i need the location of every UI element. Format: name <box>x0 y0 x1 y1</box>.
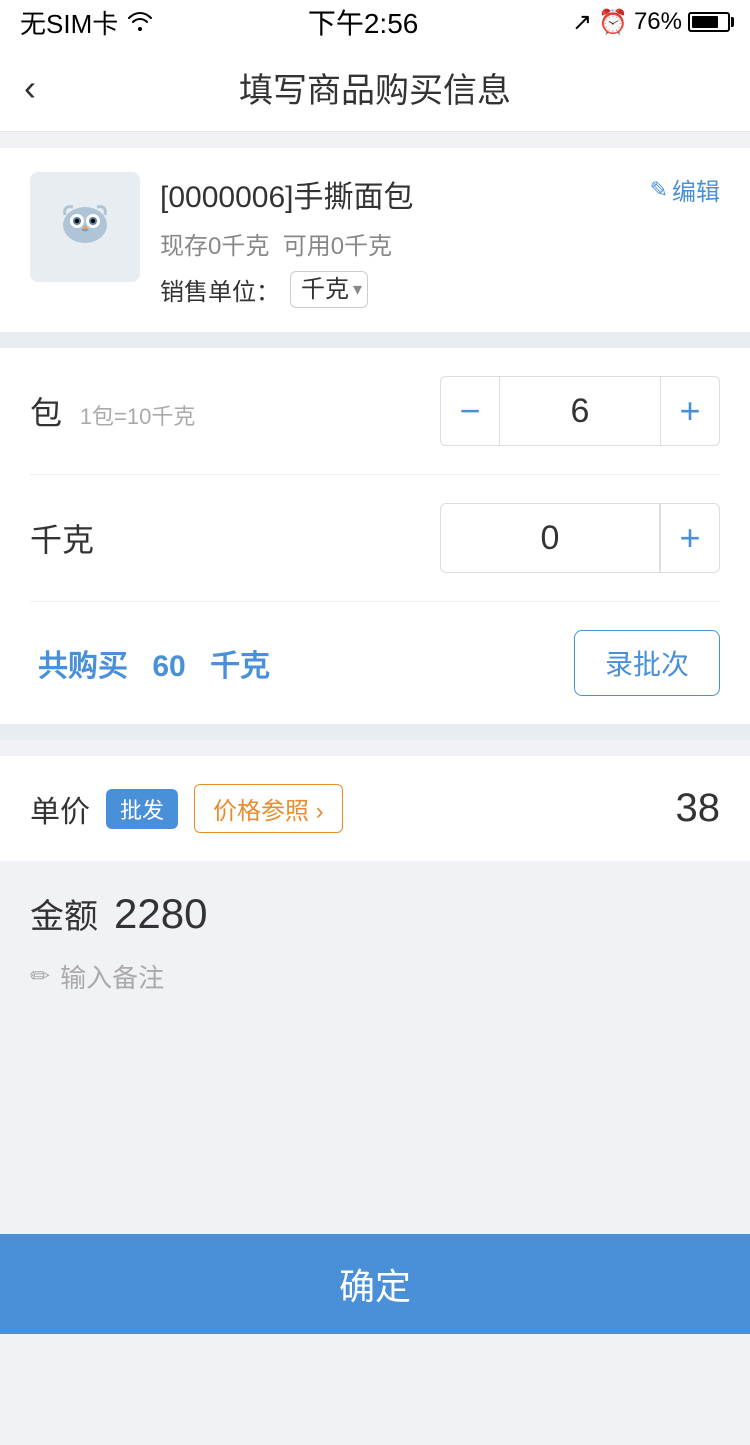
confirm-button[interactable]: 确定 <box>0 1234 750 1334</box>
carrier-label: 无SIM卡 <box>20 4 118 41</box>
price-type-tag: 批发 <box>106 789 178 829</box>
product-stock: 现存0千克 可用0千克 <box>160 226 720 261</box>
bottom-filler <box>0 1005 750 1445</box>
price-label: 单价 <box>30 787 90 831</box>
product-name: [0000006]手撕面包 <box>160 172 720 216</box>
nav-bar: ‹ 填写商品购买信息 <box>0 44 750 132</box>
status-bar: 无SIM卡 下午2:56 ↗ ⏰ 76% <box>0 0 750 44</box>
edit-link[interactable]: ✎ 编辑 <box>650 172 720 207</box>
remark-row[interactable]: ✏ 输入备注 <box>30 958 720 995</box>
kg-quantity-input[interactable] <box>440 503 660 573</box>
price-value: 38 <box>676 786 721 831</box>
battery-icon <box>688 12 730 32</box>
kg-quantity-row: 千克 + <box>30 475 720 602</box>
kg-label-group: 千克 <box>30 515 94 561</box>
quantity-section: 包 1包=10千克 − + 千克 + <box>0 348 750 602</box>
bag-quantity-input[interactable] <box>500 376 660 446</box>
amount-section: 金额 2280 ✏ 输入备注 <box>0 861 750 1005</box>
amount-row: 金额 2280 <box>30 889 720 938</box>
remark-placeholder: 输入备注 <box>60 958 164 995</box>
pencil-icon: ✏ <box>30 962 50 991</box>
status-right: ↗ ⏰ 76% <box>572 8 730 37</box>
bag-quantity-row: 包 1包=10千克 − + <box>30 348 720 475</box>
bag-increment-button[interactable]: + <box>660 376 720 446</box>
product-thumbnail <box>30 172 140 282</box>
section-divider-1 <box>0 332 750 348</box>
unit-select-wrapper[interactable]: 千克 包 <box>290 271 368 308</box>
product-logo-icon <box>55 197 115 257</box>
price-row: 单价 批发 价格参照 › 38 <box>30 784 720 833</box>
amount-value: 2280 <box>114 890 207 938</box>
alarm-icon: ⏰ <box>598 8 628 37</box>
bag-label: 包 <box>30 395 62 431</box>
unit-select[interactable]: 千克 包 <box>290 271 368 308</box>
product-info: [0000006]手撕面包 现存0千克 可用0千克 销售单位： 千克 包 <box>160 172 720 308</box>
wifi-icon <box>126 7 154 38</box>
kg-label: 千克 <box>30 522 94 558</box>
total-label: 共购买 60 千克 <box>30 641 278 685</box>
status-time: 下午2:56 <box>308 2 419 42</box>
total-section: 共购买 60 千克 录批次 <box>0 602 750 724</box>
page-title: 填写商品购买信息 <box>239 63 511 112</box>
price-reference-button[interactable]: 价格参照 › <box>194 784 343 833</box>
price-section: 单价 批发 价格参照 › 38 <box>0 756 750 861</box>
bag-label-group: 包 1包=10千克 <box>30 388 195 434</box>
kg-quantity-control: + <box>440 503 720 573</box>
kg-increment-button[interactable]: + <box>660 503 720 573</box>
location-icon: ↗ <box>572 8 592 37</box>
product-unit-row: 销售单位： 千克 包 <box>160 271 720 308</box>
battery-percentage: 76% <box>634 8 682 36</box>
bag-quantity-control: − + <box>440 376 720 446</box>
status-left: 无SIM卡 <box>20 4 154 41</box>
amount-label: 金额 <box>30 889 98 938</box>
bag-hint: 1包=10千克 <box>80 404 196 429</box>
bag-decrement-button[interactable]: − <box>440 376 500 446</box>
edit-icon: ✎ <box>650 177 668 203</box>
batch-button[interactable]: 录批次 <box>574 630 720 696</box>
back-button[interactable]: ‹ <box>24 67 36 109</box>
product-card: [0000006]手撕面包 现存0千克 可用0千克 销售单位： 千克 包 ✎ 编… <box>0 148 750 332</box>
section-divider-2 <box>0 724 750 740</box>
